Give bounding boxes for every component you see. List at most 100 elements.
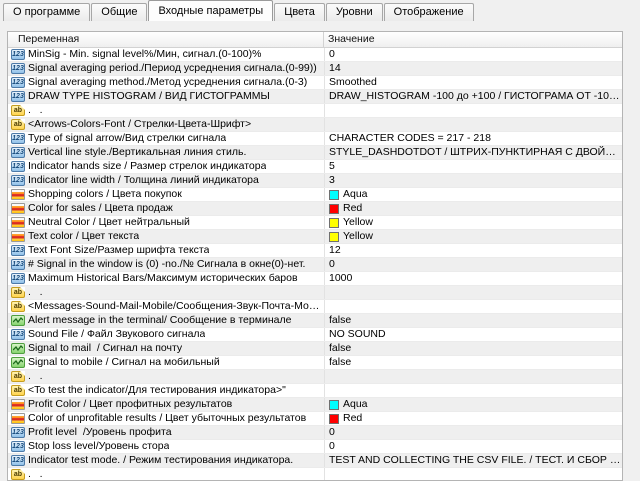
param-value: Smoothed <box>329 76 377 88</box>
param-name-cell: ab. . <box>8 286 324 299</box>
table-row[interactable]: Shopping colors / Цвета покупок Aqua <box>8 188 622 202</box>
param-value-cell[interactable]: Red <box>324 412 622 425</box>
string-param-icon: ab <box>11 287 25 298</box>
param-value-cell[interactable]: STYLE_DASHDOTDOT / ШТРИХ-ПУНКТИРНАЯ С ДВ… <box>324 146 622 159</box>
param-value-cell[interactable]: DRAW_HISTOGRAM -100 до +100 / ГИСТОГРАМА… <box>324 90 622 103</box>
table-row[interactable]: 123 MinSig - Min. signal level%/Мин, сигн… <box>8 48 622 62</box>
param-value-cell[interactable]: false <box>324 356 622 369</box>
table-row[interactable]: 123 Profit level /Уровень профита 0 <box>8 426 622 440</box>
color-swatch-icon <box>329 189 339 200</box>
param-name-cell: Shopping colors / Цвета покупок <box>8 188 324 201</box>
table-row[interactable]: 123 Sound File / Файл Звукового сигнала NO… <box>8 328 622 342</box>
param-value-cell[interactable]: TEST AND COLLECTING THE CSV FILE. / ТЕСТ… <box>324 454 622 467</box>
param-value: 3 <box>329 174 335 186</box>
param-value-cell[interactable] <box>324 370 622 383</box>
tab-about[interactable]: О программе <box>3 3 91 21</box>
param-value-cell[interactable] <box>324 104 622 117</box>
param-name: Stop loss level/Уровень стора <box>28 440 170 452</box>
param-name: Neutral Color / Цвет нейтральный <box>28 216 190 228</box>
table-row[interactable]: ab <To test the indicator/Для тестировани… <box>8 384 622 398</box>
param-value: 14 <box>329 62 341 74</box>
param-name: Text color / Цвет текста <box>28 230 140 242</box>
param-value-cell[interactable]: CHARACTER CODES = 217 - 218 <box>324 132 622 145</box>
param-value-cell[interactable]: Aqua <box>324 188 622 201</box>
table-row[interactable]: ab. . <box>8 104 622 118</box>
string-param-icon: ab <box>11 105 25 116</box>
param-name-cell: 123 Sound File / Файл Звукового сигнала <box>8 328 324 341</box>
table-row[interactable]: 123 Stop loss level/Уровень стора 0 <box>8 440 622 454</box>
table-row[interactable]: 123 Signal averaging period./Период усред… <box>8 62 622 76</box>
tab-colors[interactable]: Цвета <box>274 3 325 21</box>
param-value-cell[interactable]: 12 <box>324 244 622 257</box>
param-name-cell: Neutral Color / Цвет нейтральный <box>8 216 324 229</box>
param-value-cell[interactable]: 5 <box>324 160 622 173</box>
param-value-cell[interactable]: 3 <box>324 174 622 187</box>
param-value-cell[interactable]: 1000 <box>324 272 622 285</box>
table-row[interactable]: ab. . <box>8 286 622 300</box>
param-value-cell[interactable]: 0 <box>324 48 622 61</box>
table-row[interactable]: Alert message in the terminal/ Сообщение… <box>8 314 622 328</box>
bool-param-icon <box>11 357 25 368</box>
table-row[interactable]: 123 Indicator test mode. / Режим тестиров… <box>8 454 622 468</box>
param-value-cell[interactable] <box>324 384 622 397</box>
tab-common[interactable]: Общие <box>91 3 148 21</box>
numeric-param-icon: 123 <box>11 455 25 466</box>
param-value-cell[interactable]: Aqua <box>324 398 622 411</box>
param-value-cell[interactable]: 0 <box>324 426 622 439</box>
param-value-cell[interactable]: Yellow <box>324 216 622 229</box>
param-name: Color for sales / Цвета продаж <box>28 202 173 214</box>
table-row[interactable]: 123 # Signal in the window is (0) -no./№ … <box>8 258 622 272</box>
param-value-cell[interactable] <box>324 118 622 131</box>
param-name: Profit Color / Цвет профитных результато… <box>28 398 233 410</box>
param-value-cell[interactable]: Smoothed <box>324 76 622 89</box>
table-row[interactable]: ab. . <box>8 468 622 480</box>
param-value: TEST AND COLLECTING THE CSV FILE. / ТЕСТ… <box>329 454 622 466</box>
param-value-cell[interactable]: NO SOUND <box>324 328 622 341</box>
table-row[interactable]: Signal to mobile / Сигнал на мобильный fa… <box>8 356 622 370</box>
table-row[interactable]: Neutral Color / Цвет нейтральный Yellow <box>8 216 622 230</box>
table-row[interactable]: 123 Type of signal arrow/Вид стрелки сигн… <box>8 132 622 146</box>
table-row[interactable]: Profit Color / Цвет профитных результато… <box>8 398 622 412</box>
table-row[interactable]: 123 Signal averaging method./Метод усредн… <box>8 76 622 90</box>
table-row[interactable]: 123 DRAW TYPE HISTOGRAM / ВИД ГИСТОГРАММЫ… <box>8 90 622 104</box>
table-row[interactable]: 123 Maximum Historical Bars/Максимум исто… <box>8 272 622 286</box>
color-swatch-icon <box>329 413 339 424</box>
param-table-body: 123 MinSig - Min. signal level%/Мин, сигн… <box>8 48 622 480</box>
param-name: Signal averaging method./Метод усреднени… <box>28 76 308 88</box>
table-row[interactable]: Color of unprofitable results / Цвет убы… <box>8 412 622 426</box>
param-value: 0 <box>329 258 335 270</box>
tab-inputs[interactable]: Входные параметры <box>148 0 274 21</box>
table-row[interactable]: Signal to mail / Сигнал на почту false <box>8 342 622 356</box>
table-row[interactable]: 123 Text Font Size/Размер шрифта текста 12 <box>8 244 622 258</box>
param-value-cell[interactable] <box>324 468 622 480</box>
param-value: 12 <box>329 244 341 256</box>
numeric-param-icon: 123 <box>11 133 25 144</box>
table-row[interactable]: ab. . <box>8 370 622 384</box>
string-param-icon: ab <box>11 119 25 130</box>
param-value-cell[interactable]: false <box>324 314 622 327</box>
param-value-cell[interactable]: false <box>324 342 622 355</box>
table-row[interactable]: ab <Messages-Sound-Mail-Mobile/Сообщения-… <box>8 300 622 314</box>
table-row[interactable]: 123 Indicator line width / Толщина линий … <box>8 174 622 188</box>
param-value: 0 <box>329 440 335 452</box>
param-name-cell: ab <Messages-Sound-Mail-Mobile/Сообщения-… <box>8 300 324 313</box>
tab-levels[interactable]: Уровни <box>325 3 383 21</box>
param-value-cell[interactable]: 0 <box>324 440 622 453</box>
table-row[interactable]: 123 Vertical line style./Вертикальная лин… <box>8 146 622 160</box>
param-value-cell[interactable]: 14 <box>324 62 622 75</box>
table-row[interactable]: ab <Arrows-Colors-Font / Стрелки-Цвета-Шр… <box>8 118 622 132</box>
param-value-cell[interactable] <box>324 300 622 313</box>
param-value-cell[interactable]: Red <box>324 202 622 215</box>
table-row[interactable]: Color for sales / Цвета продаж Red <box>8 202 622 216</box>
param-name: <Arrows-Colors-Font / Стрелки-Цвета-Шриф… <box>28 118 252 130</box>
param-value: 0 <box>329 48 335 60</box>
param-value-cell[interactable] <box>324 286 622 299</box>
tab-display[interactable]: Отображение <box>383 3 474 21</box>
numeric-param-icon: 123 <box>11 63 25 74</box>
param-value-cell[interactable]: 0 <box>324 258 622 271</box>
numeric-param-icon: 123 <box>11 147 25 158</box>
table-row[interactable]: 123 Indicator hands size / Размер стрелок… <box>8 160 622 174</box>
table-row[interactable]: Text color / Цвет текста Yellow <box>8 230 622 244</box>
param-value-cell[interactable]: Yellow <box>324 230 622 243</box>
param-name-cell: Signal to mail / Сигнал на почту <box>8 342 324 355</box>
